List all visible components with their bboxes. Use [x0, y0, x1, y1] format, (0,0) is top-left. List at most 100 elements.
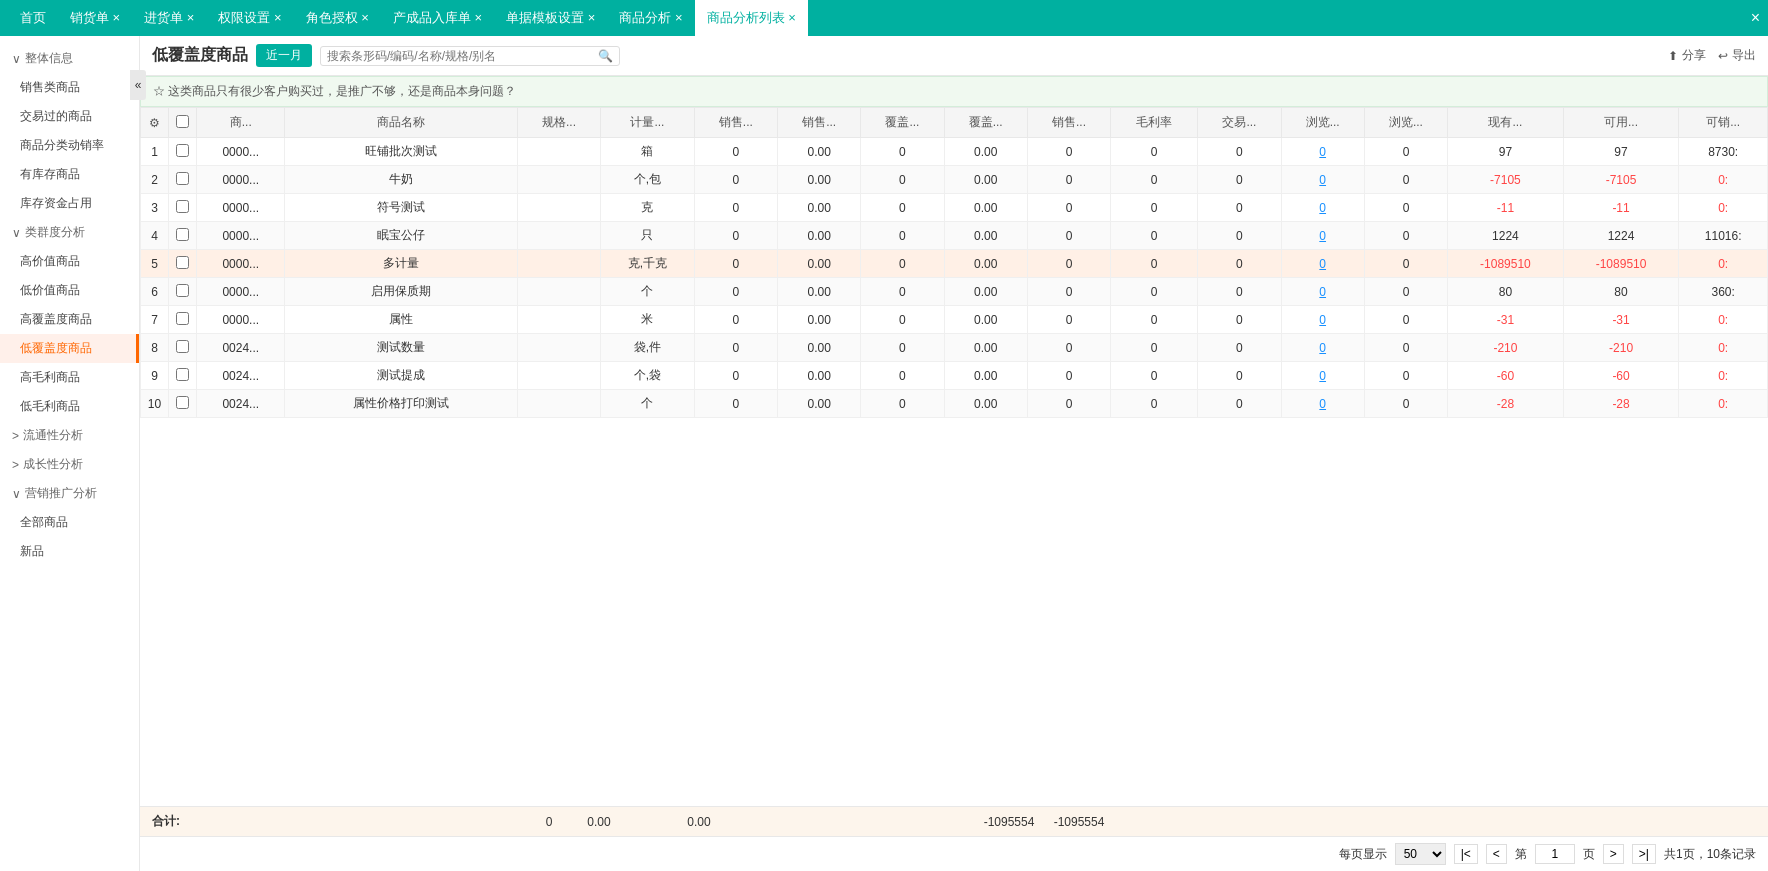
col-sales3[interactable]: 销售... — [1027, 108, 1110, 138]
last-page-button[interactable]: >| — [1632, 844, 1656, 864]
sidebar-group-flow[interactable]: > 流通性分析 — [0, 421, 139, 450]
row-checkbox[interactable] — [169, 194, 197, 222]
sidebar-item-high-value[interactable]: 高价值商品 — [0, 247, 139, 276]
table-container[interactable]: ⚙ 商... 商品名称 规格... 计量... 销售... 销售... 覆盖..… — [140, 107, 1768, 806]
search-input[interactable] — [327, 49, 598, 63]
sidebar-item-category-rate[interactable]: 商品分类动销率 — [0, 131, 139, 160]
nav-product-analysis[interactable]: 商品分析 × — [607, 0, 694, 36]
col-view2[interactable]: 浏览... — [1364, 108, 1447, 138]
row-select-checkbox[interactable] — [176, 284, 189, 297]
row-checkbox[interactable] — [169, 250, 197, 278]
nav-sales[interactable]: 销货单 × — [58, 0, 132, 36]
sidebar-group-overall[interactable]: ∨ 整体信息 — [0, 44, 139, 73]
col-name[interactable]: 商品名称 — [285, 108, 517, 138]
row-select-checkbox[interactable] — [176, 172, 189, 185]
col-sales4[interactable]: 可销... — [1679, 108, 1768, 138]
sidebar-item-low-coverage[interactable]: 低覆盖度商品 — [0, 334, 139, 363]
col-view1[interactable]: 浏览... — [1281, 108, 1364, 138]
col-stock2[interactable]: 可用... — [1563, 108, 1679, 138]
row-select-checkbox[interactable] — [176, 312, 189, 325]
sidebar-item-low-value[interactable]: 低价值商品 — [0, 276, 139, 305]
col-trade[interactable]: 交易... — [1198, 108, 1281, 138]
row-checkbox[interactable] — [169, 362, 197, 390]
sidebar-item-inventory-funds[interactable]: 库存资金占用 — [0, 189, 139, 218]
row-view1[interactable]: 0 — [1281, 166, 1364, 194]
sidebar-group-growth[interactable]: > 成长性分析 — [0, 450, 139, 479]
row-select-checkbox[interactable] — [176, 396, 189, 409]
nav-purchase[interactable]: 进货单 × — [132, 0, 206, 36]
row-select-checkbox[interactable] — [176, 340, 189, 353]
row-select-checkbox[interactable] — [176, 144, 189, 157]
sidebar-item-all-products[interactable]: 全部商品 — [0, 508, 139, 537]
select-all-checkbox[interactable] — [176, 115, 189, 128]
row-view1[interactable]: 0 — [1281, 222, 1364, 250]
sidebar-item-high-margin[interactable]: 高毛利商品 — [0, 363, 139, 392]
sidebar-item-new-products[interactable]: 新品 — [0, 537, 139, 566]
col-stock1[interactable]: 现有... — [1448, 108, 1564, 138]
table-row[interactable]: 3 0000... 符号测试 克 0 0.00 0 0.00 0 0 0 0 0… — [141, 194, 1768, 222]
row-select-checkbox[interactable] — [176, 368, 189, 381]
col-code[interactable]: 商... — [197, 108, 285, 138]
sidebar-collapse-button[interactable]: « — [130, 70, 146, 100]
row-view1[interactable]: 0 — [1281, 362, 1364, 390]
table-row[interactable]: 4 0000... 眠宝公仔 只 0 0.00 0 0.00 0 0 0 0 0… — [141, 222, 1768, 250]
col-cover1[interactable]: 覆盖... — [861, 108, 944, 138]
sidebar-item-sales-products[interactable]: 销售类商品 — [0, 73, 139, 102]
row-checkbox[interactable] — [169, 334, 197, 362]
row-select-checkbox[interactable] — [176, 256, 189, 269]
col-settings[interactable]: ⚙ — [141, 108, 169, 138]
col-sales2[interactable]: 销售... — [778, 108, 861, 138]
nav-permissions[interactable]: 权限设置 × — [206, 0, 293, 36]
row-checkbox[interactable] — [169, 222, 197, 250]
row-view1[interactable]: 0 — [1281, 138, 1364, 166]
first-page-button[interactable]: |< — [1454, 844, 1478, 864]
search-box[interactable]: 🔍 — [320, 46, 620, 66]
row-checkbox[interactable] — [169, 278, 197, 306]
time-filter-button[interactable]: 近一月 — [256, 44, 312, 67]
row-select-checkbox[interactable] — [176, 228, 189, 241]
sidebar-group-marketing[interactable]: ∨ 营销推广分析 — [0, 479, 139, 508]
sidebar-group-cluster[interactable]: ∨ 类群度分析 — [0, 218, 139, 247]
col-spec[interactable]: 规格... — [517, 108, 600, 138]
prev-page-button[interactable]: < — [1486, 844, 1507, 864]
nav-analysis-list[interactable]: 商品分析列表 × — [695, 0, 808, 36]
col-unit[interactable]: 计量... — [601, 108, 695, 138]
page-number-input[interactable] — [1535, 844, 1575, 864]
row-view1[interactable]: 0 — [1281, 334, 1364, 362]
nav-home[interactable]: 首页 — [8, 0, 58, 36]
nav-template[interactable]: 单据模板设置 × — [494, 0, 607, 36]
row-checkbox[interactable] — [169, 306, 197, 334]
table-row[interactable]: 7 0000... 属性 米 0 0.00 0 0.00 0 0 0 0 0 -… — [141, 306, 1768, 334]
table-row[interactable]: 10 0024... 属性价格打印测试 个 0 0.00 0 0.00 0 0 … — [141, 390, 1768, 418]
table-row[interactable]: 2 0000... 牛奶 个,包 0 0.00 0 0.00 0 0 0 0 0… — [141, 166, 1768, 194]
table-row[interactable]: 5 0000... 多计量 克,千克 0 0.00 0 0.00 0 0 0 0… — [141, 250, 1768, 278]
row-checkbox[interactable] — [169, 138, 197, 166]
row-view1[interactable]: 0 — [1281, 250, 1364, 278]
sidebar-item-stock-products[interactable]: 有库存商品 — [0, 160, 139, 189]
export-button[interactable]: ↩ 导出 — [1718, 47, 1756, 64]
row-view1[interactable]: 0 — [1281, 194, 1364, 222]
sidebar-item-traded-products[interactable]: 交易过的商品 — [0, 102, 139, 131]
row-view1[interactable]: 0 — [1281, 278, 1364, 306]
row-select-checkbox[interactable] — [176, 200, 189, 213]
window-close-button[interactable]: × — [1751, 9, 1760, 27]
nav-finished-goods[interactable]: 产成品入库单 × — [381, 0, 494, 36]
table-row[interactable]: 9 0024... 测试提成 个,袋 0 0.00 0 0.00 0 0 0 0… — [141, 362, 1768, 390]
table-row[interactable]: 6 0000... 启用保质期 个 0 0.00 0 0.00 0 0 0 0 … — [141, 278, 1768, 306]
col-profit[interactable]: 毛利率 — [1111, 108, 1198, 138]
row-view1[interactable]: 0 — [1281, 306, 1364, 334]
sidebar-item-low-margin[interactable]: 低毛利商品 — [0, 392, 139, 421]
row-view1[interactable]: 0 — [1281, 390, 1364, 418]
col-cover2[interactable]: 覆盖... — [944, 108, 1027, 138]
nav-role-auth[interactable]: 角色授权 × — [294, 0, 381, 36]
next-page-button[interactable]: > — [1603, 844, 1624, 864]
col-checkbox[interactable] — [169, 108, 197, 138]
table-row[interactable]: 1 0000... 旺铺批次测试 箱 0 0.00 0 0.00 0 0 0 0… — [141, 138, 1768, 166]
sidebar-item-high-coverage[interactable]: 高覆盖度商品 — [0, 305, 139, 334]
per-page-select[interactable]: 50 20 100 200 — [1395, 843, 1446, 865]
row-checkbox[interactable] — [169, 166, 197, 194]
share-button[interactable]: ⬆ 分享 — [1668, 47, 1706, 64]
col-sales1[interactable]: 销售... — [694, 108, 777, 138]
table-row[interactable]: 8 0024... 测试数量 袋,件 0 0.00 0 0.00 0 0 0 0… — [141, 334, 1768, 362]
row-checkbox[interactable] — [169, 390, 197, 418]
